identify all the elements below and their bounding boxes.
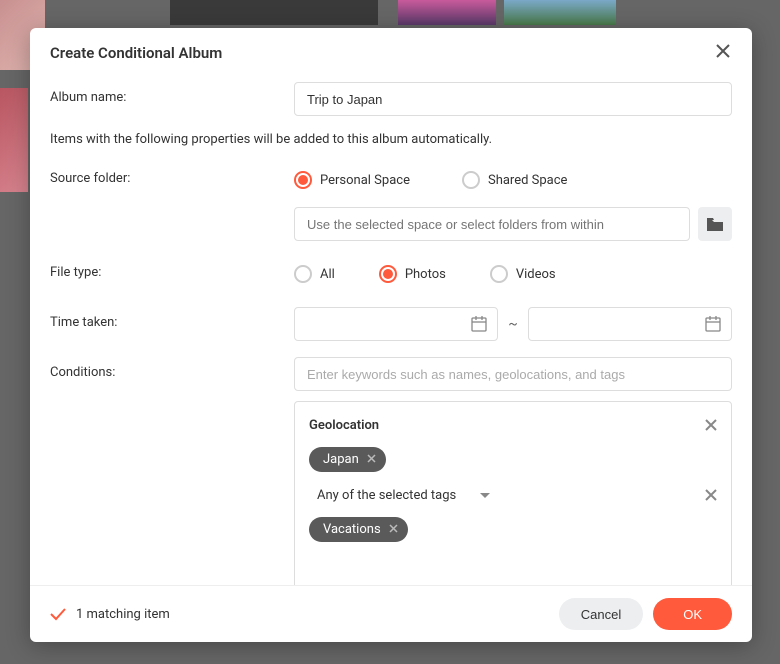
album-name-label: Album name: <box>50 82 294 105</box>
tag-match-label: Any of the selected tags <box>317 488 456 503</box>
radio-icon <box>462 171 480 189</box>
remove-geolocation-button[interactable] <box>705 416 717 435</box>
tag-japan: Japan <box>309 447 386 472</box>
calendar-icon <box>471 316 487 332</box>
close-icon <box>716 44 730 58</box>
cancel-button[interactable]: Cancel <box>559 598 643 630</box>
ok-button[interactable]: OK <box>653 598 732 630</box>
source-folder-row: Source folder: Personal Space Shared Spa… <box>50 163 732 241</box>
modal-footer: 1 matching item Cancel OK <box>30 585 752 642</box>
match-info: 1 matching item <box>50 607 170 622</box>
modal-title: Create Conditional Album <box>50 44 222 62</box>
help-text: Items with the following properties will… <box>50 132 732 147</box>
close-icon <box>705 489 717 501</box>
tag-label: Vacations <box>323 522 381 537</box>
remove-tag-button[interactable] <box>389 522 398 537</box>
time-taken-row: Time taken: ~ <box>50 307 732 341</box>
file-type-row: File type: All Photos Videos <box>50 257 732 291</box>
footer-buttons: Cancel OK <box>559 598 732 630</box>
tag-match-dropdown[interactable]: Any of the selected tags <box>317 488 490 503</box>
remove-tags-condition-button[interactable] <box>705 486 717 505</box>
remove-tag-button[interactable] <box>367 452 376 467</box>
radio-shared-space[interactable]: Shared Space <box>462 171 567 189</box>
conditions-panel: Geolocation Japan <box>294 401 732 585</box>
source-folder-label: Source folder: <box>50 163 294 186</box>
tag-match-row: Any of the selected tags <box>309 486 717 505</box>
radio-filetype-videos[interactable]: Videos <box>490 265 556 283</box>
radio-label: Videos <box>516 267 556 282</box>
conditions-label: Conditions: <box>50 357 294 380</box>
radio-label: All <box>320 267 335 282</box>
tag-label: Japan <box>323 452 359 467</box>
radio-personal-space[interactable]: Personal Space <box>294 171 410 189</box>
radio-icon <box>294 171 312 189</box>
conditions-input[interactable] <box>294 357 732 391</box>
radio-label: Personal Space <box>320 173 410 188</box>
radio-label: Shared Space <box>488 173 567 188</box>
tags-list: Vacations <box>309 517 717 542</box>
browse-folder-button[interactable] <box>698 207 732 241</box>
radio-filetype-all[interactable]: All <box>294 265 335 283</box>
conditions-row: Conditions: Geolocation Japan <box>50 357 732 585</box>
radio-icon <box>294 265 312 283</box>
date-from-input[interactable] <box>294 307 498 341</box>
radio-filetype-photos[interactable]: Photos <box>379 265 446 283</box>
chevron-down-icon <box>480 493 490 499</box>
close-button[interactable] <box>714 42 732 64</box>
geolocation-tags: Japan <box>309 447 717 472</box>
close-icon <box>705 419 717 431</box>
close-icon <box>389 524 398 533</box>
radio-label: Photos <box>405 267 446 282</box>
modal-body: Album name: Items with the following pro… <box>30 82 752 585</box>
create-album-modal: Create Conditional Album Album name: Ite… <box>30 28 752 642</box>
date-range-separator: ~ <box>508 316 518 332</box>
match-count-text: 1 matching item <box>76 607 170 622</box>
radio-icon <box>490 265 508 283</box>
file-type-label: File type: <box>50 257 294 280</box>
album-name-row: Album name: <box>50 82 732 116</box>
source-folder-input[interactable] <box>294 207 690 241</box>
folder-icon <box>707 218 723 231</box>
close-icon <box>367 454 376 463</box>
geolocation-header: Geolocation <box>309 416 717 435</box>
tag-vacations: Vacations <box>309 517 408 542</box>
radio-icon <box>379 265 397 283</box>
modal-header: Create Conditional Album <box>30 28 752 82</box>
calendar-icon <box>705 316 721 332</box>
date-to-input[interactable] <box>528 307 732 341</box>
album-name-input[interactable] <box>294 82 732 116</box>
time-taken-label: Time taken: <box>50 307 294 330</box>
check-icon <box>50 608 66 621</box>
geolocation-title: Geolocation <box>309 418 379 433</box>
